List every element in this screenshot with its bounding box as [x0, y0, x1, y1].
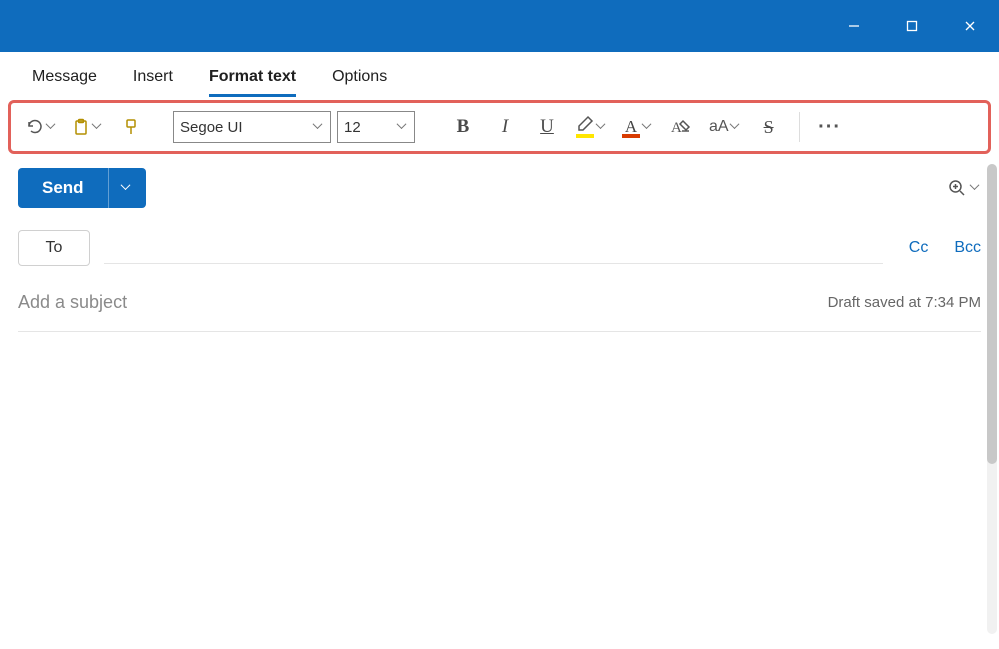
strikethrough-icon: S — [764, 117, 774, 138]
font-color-icon: A — [621, 116, 641, 138]
change-case-icon: aA — [709, 118, 729, 136]
send-options-button[interactable] — [108, 168, 146, 208]
chevron-down-icon — [597, 122, 607, 132]
clear-formatting-button[interactable]: A — [663, 109, 699, 145]
chevron-down-icon — [971, 183, 981, 193]
draft-status: Draft saved at 7:34 PM — [828, 294, 981, 311]
chevron-down-icon — [93, 122, 103, 132]
format-painter-button[interactable] — [113, 109, 149, 145]
window-minimize-button[interactable] — [825, 0, 883, 52]
chevron-down-icon — [643, 122, 653, 132]
chevron-down-icon — [122, 183, 132, 193]
scrollbar-thumb[interactable] — [987, 164, 997, 464]
window-maximize-button[interactable] — [883, 0, 941, 52]
bcc-link[interactable]: Bcc — [954, 239, 981, 257]
zoom-icon — [947, 178, 967, 198]
font-name-value: Segoe UI — [180, 119, 243, 136]
separator — [799, 112, 800, 142]
send-button[interactable]: Send — [18, 168, 108, 208]
bold-icon: B — [457, 116, 470, 138]
more-options-button[interactable]: ··· — [812, 109, 848, 145]
to-row: To Cc Bcc — [18, 218, 981, 278]
window-titlebar — [0, 0, 999, 52]
ellipsis-icon: ··· — [818, 116, 841, 139]
to-input[interactable] — [104, 263, 883, 264]
chevron-down-icon — [731, 122, 741, 132]
highlight-color-button[interactable] — [571, 109, 611, 145]
format-text-toolbar: Segoe UI 12 B I U A A aA S ··· — [8, 100, 991, 154]
bold-button[interactable]: B — [445, 109, 481, 145]
italic-icon: I — [502, 116, 508, 138]
tab-insert[interactable]: Insert — [115, 58, 191, 96]
font-name-select[interactable]: Segoe UI — [173, 111, 331, 143]
chevron-down-icon — [47, 122, 57, 132]
to-button[interactable]: To — [18, 230, 90, 266]
tab-message[interactable]: Message — [14, 58, 115, 96]
window-close-button[interactable] — [941, 0, 999, 52]
underline-icon: U — [540, 116, 554, 138]
message-body[interactable] — [18, 332, 981, 612]
strikethrough-button[interactable]: S — [751, 109, 787, 145]
italic-button[interactable]: I — [487, 109, 523, 145]
chevron-down-icon — [398, 122, 408, 132]
chevron-down-icon — [314, 122, 324, 132]
zoom-control[interactable] — [947, 178, 981, 198]
undo-button[interactable] — [21, 109, 61, 145]
font-size-value: 12 — [344, 119, 361, 136]
underline-button[interactable]: U — [529, 109, 565, 145]
ribbon-tabs: Message Insert Format text Options — [0, 52, 999, 96]
font-size-select[interactable]: 12 — [337, 111, 415, 143]
tab-options[interactable]: Options — [314, 58, 405, 96]
highlight-icon — [575, 117, 595, 137]
send-row: Send — [18, 154, 981, 218]
cc-link[interactable]: Cc — [909, 239, 929, 257]
subject-row: Draft saved at 7:34 PM — [18, 278, 981, 332]
tab-format-text[interactable]: Format text — [191, 58, 314, 96]
subject-input[interactable] — [18, 292, 828, 313]
change-case-button[interactable]: aA — [705, 109, 745, 145]
scrollbar[interactable] — [987, 164, 997, 634]
paste-button[interactable] — [67, 109, 107, 145]
svg-text:A: A — [671, 120, 682, 136]
font-color-button[interactable]: A — [617, 109, 657, 145]
compose-area: Send To Cc Bcc Draft saved at 7:34 PM — [0, 154, 999, 612]
